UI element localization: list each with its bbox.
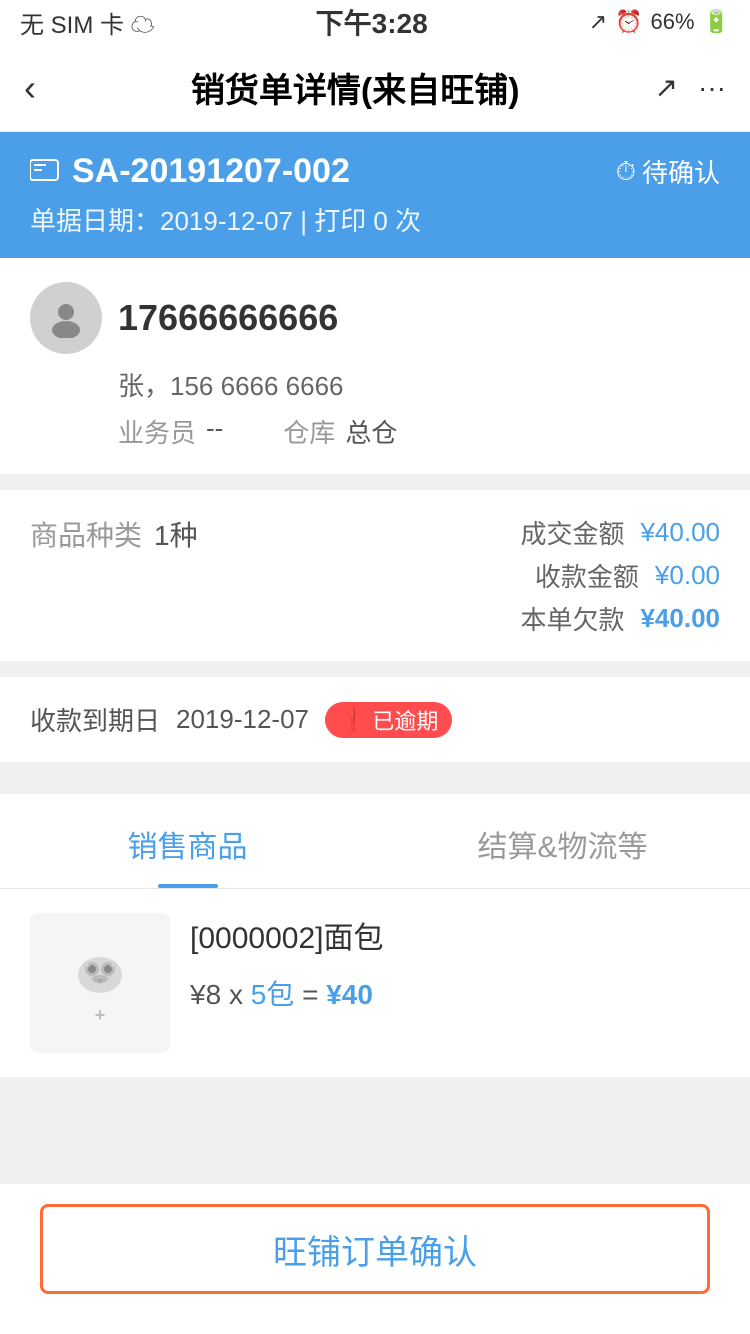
equals-sign: = [302, 979, 326, 1010]
amounts-area: 成交金额 ¥40.00 收款金额 ¥0.00 本单欠款 ¥40.00 [520, 514, 720, 637]
due-date-label: 收款到期日 [30, 701, 160, 738]
status-bar: 无 SIM 卡 ☁ 下午3:28 ↗ ⏰ 66% 🔋 [0, 0, 750, 44]
bottom-bar: 旺铺订单确认 [0, 1184, 750, 1334]
share-button[interactable]: ↗ [655, 71, 678, 104]
summary-section: 商品种类 1种 成交金额 ¥40.00 收款金额 ¥0.00 本单欠款 ¥40.… [0, 490, 750, 661]
divider-3 [0, 762, 750, 778]
overdue-icon: ❗ [339, 707, 366, 733]
tabs-section: 销售商品 结算&物流等 [0, 794, 750, 1077]
status-right: ↗ ⏰ 66% 🔋 [589, 9, 730, 35]
order-header-banner: SA-20191207-002 ⏱ 待确认 单据日期：2019-12-07 | … [0, 132, 750, 258]
product-quantity: 5包 [251, 979, 295, 1010]
product-info: [0000002]面包 ¥8 x 5包 = ¥40 [190, 913, 720, 1013]
divider-1 [0, 474, 750, 490]
tab-sales-goods[interactable]: 销售商品 [0, 794, 375, 888]
product-type-value: 1种 [154, 514, 198, 554]
due-date-value: 2019-12-07 [176, 704, 309, 735]
customer-name-phone: 张，156 6666 6666 [118, 366, 720, 403]
confirm-order-button[interactable]: 旺铺订单确认 [40, 1204, 710, 1294]
status-time: 下午3:28 [316, 2, 428, 42]
order-date: 单据日期：2019-12-07 | 打印 0 次 [30, 201, 720, 238]
tabs-row: 销售商品 结算&物流等 [0, 794, 750, 889]
product-type-area: 商品种类 1种 [30, 514, 198, 554]
salesperson-value: -- [206, 413, 223, 450]
product-type-label: 商品种类 [30, 514, 142, 554]
product-total: ¥40 [326, 979, 373, 1010]
receipt-amount-label: 收款金额 [535, 557, 639, 594]
location-icon: ↗ [589, 9, 607, 35]
nav-actions: ↗ ··· [655, 71, 726, 104]
nav-bar: ‹ 销货单详情(来自旺铺) ↗ ··· [0, 44, 750, 132]
customer-section: 17666666666 张，156 6666 6666 业务员 -- 仓库 总仓 [0, 258, 750, 474]
product-name: [0000002]面包 [190, 913, 720, 957]
product-section: + [0000002]面包 ¥8 x 5包 = ¥40 [0, 889, 750, 1077]
status-left: 无 SIM 卡 ☁ [20, 5, 155, 40]
owe-amount-value: ¥40.00 [640, 603, 720, 634]
warehouse-label: 仓库 [283, 413, 335, 450]
battery-icon: 🔋 [703, 9, 730, 35]
multiply-sign: x [229, 979, 251, 1010]
owe-amount-label: 本单欠款 [520, 600, 624, 637]
product-price-row: ¥8 x 5包 = ¥40 [190, 973, 720, 1013]
alarm-icon: ⏰ [615, 9, 642, 35]
receipt-amount-value: ¥0.00 [655, 560, 720, 591]
customer-avatar [30, 282, 102, 354]
salesperson-label: 业务员 [118, 413, 196, 450]
customer-phone: 17666666666 [118, 297, 338, 339]
more-button[interactable]: ··· [698, 72, 726, 104]
back-button[interactable]: ‹ [24, 67, 36, 109]
due-date-section: 收款到期日 2019-12-07 ❗ 已逾期 [0, 677, 750, 762]
order-icon [30, 152, 62, 191]
warehouse-value: 总仓 [345, 413, 397, 450]
deal-amount-value: ¥40.00 [640, 517, 720, 548]
overdue-badge: ❗ 已逾期 [325, 702, 452, 738]
overdue-text: 已逾期 [372, 704, 438, 736]
deal-amount-label: 成交金额 [520, 514, 624, 551]
page-title: 销货单详情(来自旺铺) [56, 63, 655, 112]
order-id: SA-20191207-002 [30, 152, 350, 191]
sim-status: 无 SIM 卡 ☁ [20, 5, 155, 40]
customer-meta: 业务员 -- 仓库 总仓 [118, 413, 720, 450]
battery-level: 66% [651, 9, 695, 35]
order-status: ⏱ 待确认 [616, 153, 720, 190]
product-thumbnail: + [30, 913, 170, 1053]
product-item: + [0000002]面包 ¥8 x 5包 = ¥40 [30, 913, 720, 1053]
product-logo-plus: + [95, 1005, 106, 1026]
tab-settlement[interactable]: 结算&物流等 [375, 794, 750, 888]
clock-icon: ⏱ [616, 156, 636, 188]
product-unit-price: ¥8 [190, 979, 221, 1010]
divider-2 [0, 661, 750, 677]
